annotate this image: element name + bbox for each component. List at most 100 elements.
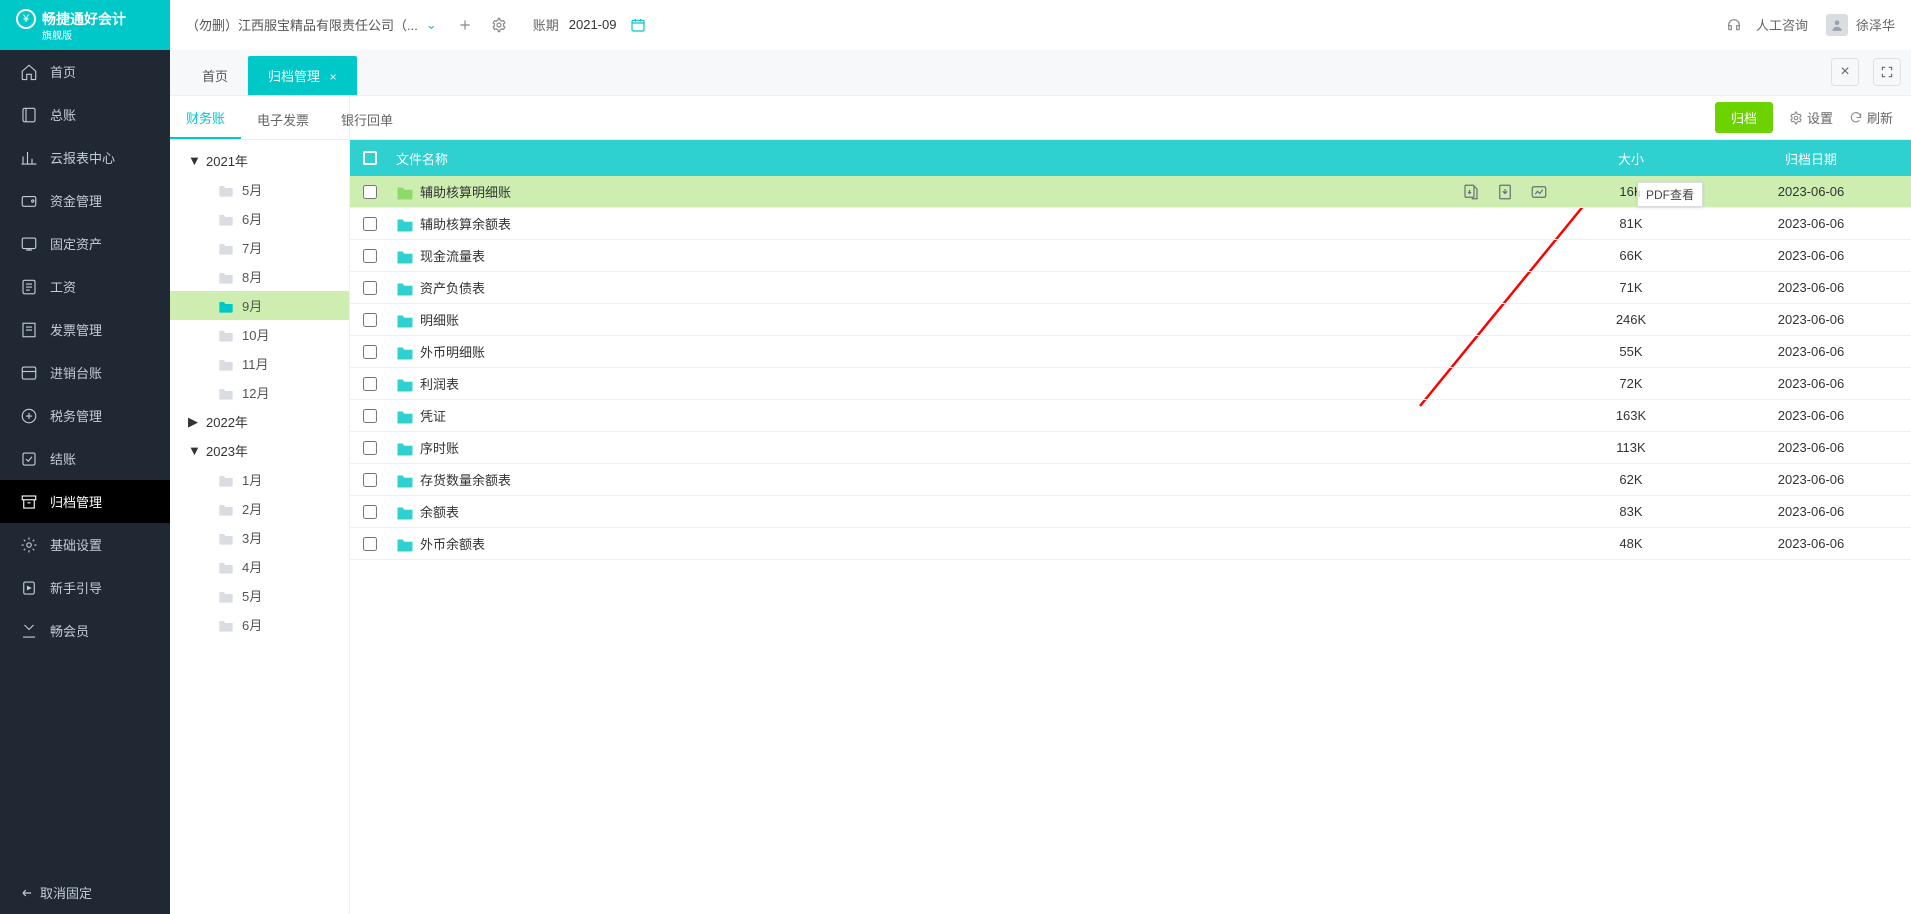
avatar[interactable] bbox=[1826, 14, 1848, 36]
tree-month[interactable]: 7月 bbox=[170, 233, 349, 262]
row-checkbox[interactable] bbox=[363, 313, 377, 327]
asset-icon bbox=[20, 235, 38, 253]
file-date: 2023-06-06 bbox=[1711, 184, 1911, 199]
row-checkbox[interactable] bbox=[363, 377, 377, 391]
row-checkbox[interactable] bbox=[363, 249, 377, 263]
nav-item-vip[interactable]: 畅会员 bbox=[0, 609, 170, 652]
tree-year[interactable]: ▶2022年 bbox=[170, 407, 349, 436]
tree-month[interactable]: 12月 bbox=[170, 378, 349, 407]
nav-item-invoice[interactable]: 发票管理 bbox=[0, 308, 170, 351]
nav-item-chart[interactable]: 云报表中心 bbox=[0, 136, 170, 179]
table-row[interactable]: 外币明细账55K2023-06-06 bbox=[350, 336, 1911, 368]
nav-label: 新手引导 bbox=[50, 578, 102, 597]
tree-month[interactable]: 1月 bbox=[170, 465, 349, 494]
tree-year[interactable]: ▼2021年 bbox=[170, 146, 349, 175]
row-checkbox[interactable] bbox=[363, 185, 377, 199]
folder-icon bbox=[396, 408, 414, 424]
tab-archive[interactable]: 归档管理 × bbox=[248, 56, 357, 95]
sub-tab-finance[interactable]: 财务账 bbox=[170, 98, 241, 139]
file-name: 明细账 bbox=[420, 310, 459, 329]
file-date: 2023-06-06 bbox=[1711, 536, 1911, 551]
tab-home[interactable]: 首页 bbox=[182, 56, 248, 95]
tree-month[interactable]: 3月 bbox=[170, 523, 349, 552]
download-pdf-icon[interactable] bbox=[1493, 180, 1517, 204]
file-size: 66K bbox=[1551, 248, 1711, 263]
row-checkbox[interactable] bbox=[363, 345, 377, 359]
nav-item-book[interactable]: 总账 bbox=[0, 93, 170, 136]
nav-item-ledger[interactable]: 进销台账 bbox=[0, 351, 170, 394]
file-name: 余额表 bbox=[420, 502, 459, 521]
fullscreen-icon[interactable] bbox=[1873, 58, 1901, 86]
table-row[interactable]: 现金流量表66K2023-06-06 bbox=[350, 240, 1911, 272]
table-row[interactable]: 外币余额表48K2023-06-06 bbox=[350, 528, 1911, 560]
period-value[interactable]: 2021-09 bbox=[569, 17, 617, 32]
sub-tab-einvoice[interactable]: 电子发票 bbox=[241, 100, 325, 139]
table-row[interactable]: 凭证163K2023-06-06 bbox=[350, 400, 1911, 432]
file-size: 81K bbox=[1551, 216, 1711, 231]
tree-month[interactable]: 6月 bbox=[170, 204, 349, 233]
folder-icon bbox=[218, 357, 234, 371]
chevron-down-icon[interactable]: ⌄ bbox=[426, 17, 437, 33]
calendar-icon[interactable] bbox=[624, 11, 652, 39]
company-selector[interactable]: （勿删）江西服宝精品有限责任公司（... bbox=[186, 15, 418, 34]
tree-month[interactable]: 5月 bbox=[170, 581, 349, 610]
table-row[interactable]: 利润表72K2023-06-06 bbox=[350, 368, 1911, 400]
nav-item-home[interactable]: 首页 bbox=[0, 50, 170, 93]
table-row[interactable]: 存货数量余额表62K2023-06-06 bbox=[350, 464, 1911, 496]
nav-item-close[interactable]: 结账 bbox=[0, 437, 170, 480]
main: （勿删）江西服宝精品有限责任公司（... ⌄ 账期 2021-09 人工咨询 徐… bbox=[170, 0, 1911, 914]
row-checkbox[interactable] bbox=[363, 473, 377, 487]
tree-month[interactable]: 6月 bbox=[170, 610, 349, 639]
tree-month[interactable]: 8月 bbox=[170, 262, 349, 291]
nav-item-archive[interactable]: 归档管理 bbox=[0, 480, 170, 523]
support-icon[interactable] bbox=[1720, 11, 1748, 39]
row-checkbox[interactable] bbox=[363, 537, 377, 551]
nav-item-wallet[interactable]: 资金管理 bbox=[0, 179, 170, 222]
tree-month[interactable]: 2月 bbox=[170, 494, 349, 523]
row-checkbox[interactable] bbox=[363, 409, 377, 423]
archive-button[interactable]: 归档 bbox=[1715, 102, 1773, 133]
settings-link[interactable]: 设置 bbox=[1789, 108, 1833, 127]
nav-item-tax[interactable]: 税务管理 bbox=[0, 394, 170, 437]
caret-icon: ▶ bbox=[188, 414, 198, 430]
row-checkbox[interactable] bbox=[363, 505, 377, 519]
tree-month[interactable]: 10月 bbox=[170, 320, 349, 349]
sidebar-unpin[interactable]: 取消固定 bbox=[0, 871, 170, 914]
close-tab-icon[interactable]: × bbox=[330, 70, 337, 84]
support-label[interactable]: 人工咨询 bbox=[1756, 15, 1808, 34]
row-checkbox[interactable] bbox=[363, 281, 377, 295]
table-row[interactable]: 序时账113K2023-06-06 bbox=[350, 432, 1911, 464]
tree-month[interactable]: 4月 bbox=[170, 552, 349, 581]
download-combined-icon[interactable] bbox=[1459, 180, 1483, 204]
nav-item-gear[interactable]: 基础设置 bbox=[0, 523, 170, 566]
tree-month[interactable]: 9月 bbox=[170, 291, 349, 320]
file-name: 辅助核算余额表 bbox=[420, 214, 511, 233]
tree-month[interactable]: 11月 bbox=[170, 349, 349, 378]
company-settings-icon[interactable] bbox=[485, 11, 513, 39]
select-all-checkbox[interactable] bbox=[363, 151, 377, 165]
username[interactable]: 徐泽华 bbox=[1856, 15, 1895, 34]
table-row[interactable]: 余额表83K2023-06-06 bbox=[350, 496, 1911, 528]
nav-label: 畅会员 bbox=[50, 621, 89, 640]
nav-item-asset[interactable]: 固定资产 bbox=[0, 222, 170, 265]
tree-month[interactable]: 5月 bbox=[170, 175, 349, 204]
file-name: 外币明细账 bbox=[420, 342, 485, 361]
close-all-tabs[interactable]: × bbox=[1831, 58, 1859, 86]
table-row[interactable]: 明细账246K2023-06-06 bbox=[350, 304, 1911, 336]
row-checkbox[interactable] bbox=[363, 441, 377, 455]
refresh-link[interactable]: 刷新 bbox=[1849, 108, 1893, 127]
nav-label: 税务管理 bbox=[50, 406, 102, 425]
tree-year[interactable]: ▼2023年 bbox=[170, 436, 349, 465]
view-pdf-icon[interactable] bbox=[1527, 180, 1551, 204]
nav-label: 固定资产 bbox=[50, 234, 102, 253]
folder-icon bbox=[218, 473, 234, 487]
table-row[interactable]: 辅助核算明细账16K2023-06-06PDF查看 bbox=[350, 176, 1911, 208]
nav-item-pay[interactable]: 工资 bbox=[0, 265, 170, 308]
row-checkbox[interactable] bbox=[363, 217, 377, 231]
nav-item-guide[interactable]: 新手引导 bbox=[0, 566, 170, 609]
add-company-icon[interactable] bbox=[451, 11, 479, 39]
table-row[interactable]: 资产负债表71K2023-06-06 bbox=[350, 272, 1911, 304]
table-row[interactable]: 辅助核算余额表81K2023-06-06 bbox=[350, 208, 1911, 240]
folder-icon bbox=[396, 504, 414, 520]
file-size: 113K bbox=[1551, 440, 1711, 455]
